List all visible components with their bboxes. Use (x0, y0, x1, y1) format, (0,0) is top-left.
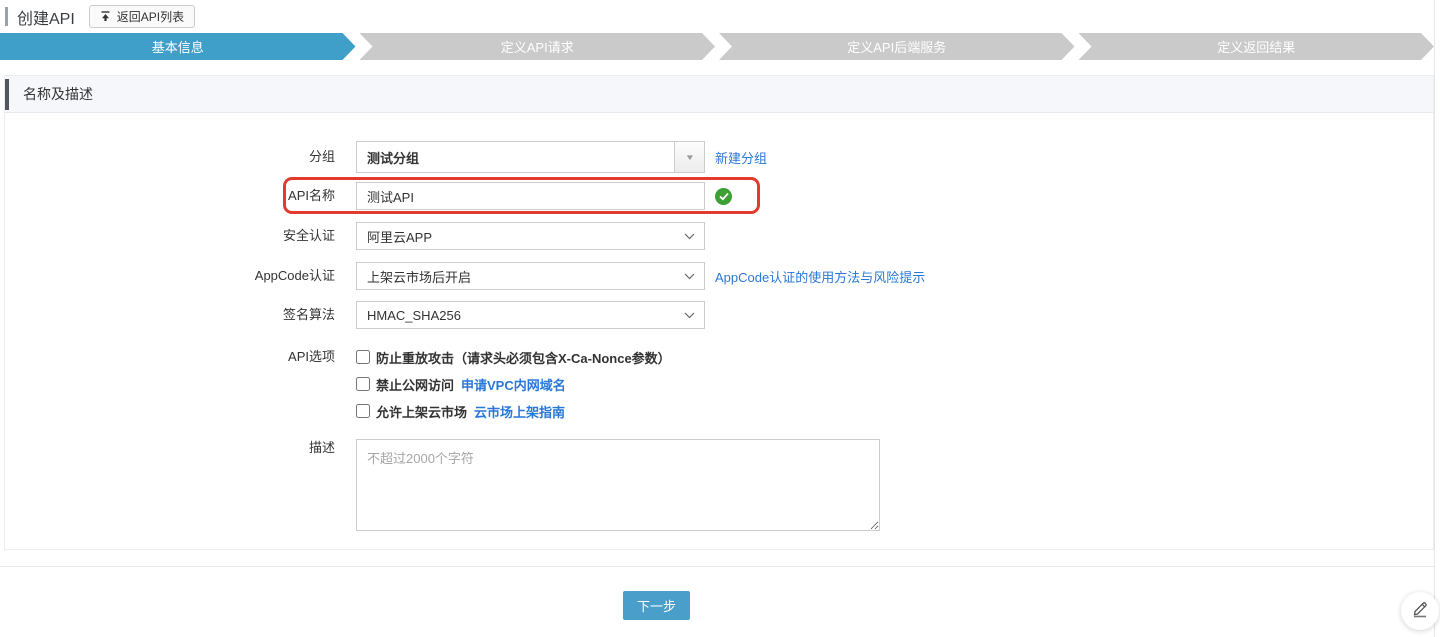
api-name-label: API名称 (288, 188, 335, 203)
disable-public-label: 禁止公网访问 (376, 377, 455, 393)
security-auth-label: 安全认证 (282, 228, 335, 243)
appcode-auth-value: 上架云市场后开启 (367, 269, 472, 285)
back-button-label: 返回API列表 (116, 10, 185, 24)
group-select-value: 测试分组 (367, 150, 420, 166)
security-auth-row: 安全认证 阿里云APP (5, 222, 1433, 250)
basic-info-form: 分组 测试分组 ▼ 新建分组 API名称 测试API 安全认证 阿里云APP A… (5, 113, 1433, 536)
group-select[interactable]: 测试分组 ▼ (356, 141, 705, 173)
topbar: 创建API 返回API列表 (0, 0, 1440, 30)
step-define-return-result[interactable]: 定义返回结果 (1079, 33, 1435, 60)
sign-method-label: 签名算法 (282, 307, 335, 322)
api-name-row: API名称 (5, 182, 1433, 210)
api-options-row: API选项 防止重放攻击（请求头必须包含X-Ca-Nonce参数） 禁止公网访问… (5, 347, 1433, 428)
sign-method-select[interactable]: HMAC_SHA256 (356, 301, 705, 329)
option-disable-public: 禁止公网访问 申请VPC内网域名 (356, 374, 671, 394)
step-wizard: 基本信息 定义API请求 定义API后端服务 定义返回结果 (0, 33, 1434, 60)
market-guide-link[interactable]: 云市场上架指南 (474, 402, 565, 421)
prevent-replay-checkbox[interactable] (356, 350, 370, 364)
next-step-button[interactable]: 下一步 (623, 591, 690, 620)
section-header: 名称及描述 (5, 76, 1433, 113)
upload-arrow-icon (100, 11, 111, 22)
allow-market-checkbox[interactable] (356, 404, 370, 418)
description-label: 描述 (308, 440, 335, 455)
step-label: 基本信息 (151, 40, 204, 55)
basic-info-panel: 名称及描述 分组 测试分组 ▼ 新建分组 API名称 测试API 安全认证 阿里… (4, 75, 1434, 550)
caret-down-icon: ▼ (684, 152, 695, 162)
back-to-api-list-button[interactable]: 返回API列表 (88, 5, 196, 28)
appcode-auth-select[interactable]: 上架云市场后开启 (356, 262, 705, 290)
footer-bar: 下一步 (0, 566, 1434, 637)
chevron-down-icon (684, 312, 695, 319)
step-label: 定义API请求 (500, 40, 574, 55)
appcode-auth-row: AppCode认证 上架云市场后开启 AppCode认证的使用方法与风险提示 (5, 262, 1433, 290)
section-title: 名称及描述 (23, 86, 93, 102)
disable-public-checkbox[interactable] (356, 377, 370, 391)
chevron-down-icon (684, 233, 695, 240)
api-name-input[interactable] (356, 182, 705, 210)
page-right-divider (1434, 0, 1435, 637)
section-accent-bar (5, 79, 9, 110)
vpc-domain-link[interactable]: 申请VPC内网域名 (461, 375, 566, 394)
group-select-dropdown-button[interactable]: ▼ (674, 142, 704, 172)
step-define-backend-service[interactable]: 定义API后端服务 (719, 33, 1075, 60)
sign-method-row: 签名算法 HMAC_SHA256 (5, 301, 1433, 329)
success-check-icon (715, 187, 732, 205)
appcode-help-link[interactable]: AppCode认证的使用方法与风险提示 (715, 267, 925, 286)
create-group-link[interactable]: 新建分组 (715, 148, 767, 167)
edit-pencil-icon (1411, 600, 1429, 623)
allow-market-label: 允许上架云市场 (376, 404, 468, 420)
description-textarea[interactable] (356, 439, 880, 531)
description-row: 描述 (5, 439, 1433, 536)
group-row: 分组 测试分组 ▼ 新建分组 (5, 141, 1433, 173)
api-options-label: API选项 (288, 349, 335, 364)
step-define-api-request[interactable]: 定义API请求 (360, 33, 716, 60)
group-label: 分组 (308, 149, 335, 164)
feedback-fab[interactable] (1401, 592, 1439, 630)
step-basic-info[interactable]: 基本信息 (0, 33, 356, 60)
step-label: 定义API后端服务 (847, 40, 947, 55)
sign-method-value: HMAC_SHA256 (367, 307, 461, 323)
chevron-down-icon (684, 273, 695, 280)
option-allow-market: 允许上架云市场 云市场上架指南 (356, 401, 671, 421)
title-accent-bar (5, 7, 8, 26)
option-prevent-replay: 防止重放攻击（请求头必须包含X-Ca-Nonce参数） (356, 347, 671, 367)
page-title: 创建API (17, 10, 75, 28)
security-auth-select[interactable]: 阿里云APP (356, 222, 705, 250)
step-label: 定义返回结果 (1217, 40, 1296, 55)
appcode-auth-label: AppCode认证 (254, 268, 335, 283)
security-auth-value: 阿里云APP (367, 229, 433, 245)
prevent-replay-label: 防止重放攻击（请求头必须包含X-Ca-Nonce参数） (376, 350, 671, 366)
